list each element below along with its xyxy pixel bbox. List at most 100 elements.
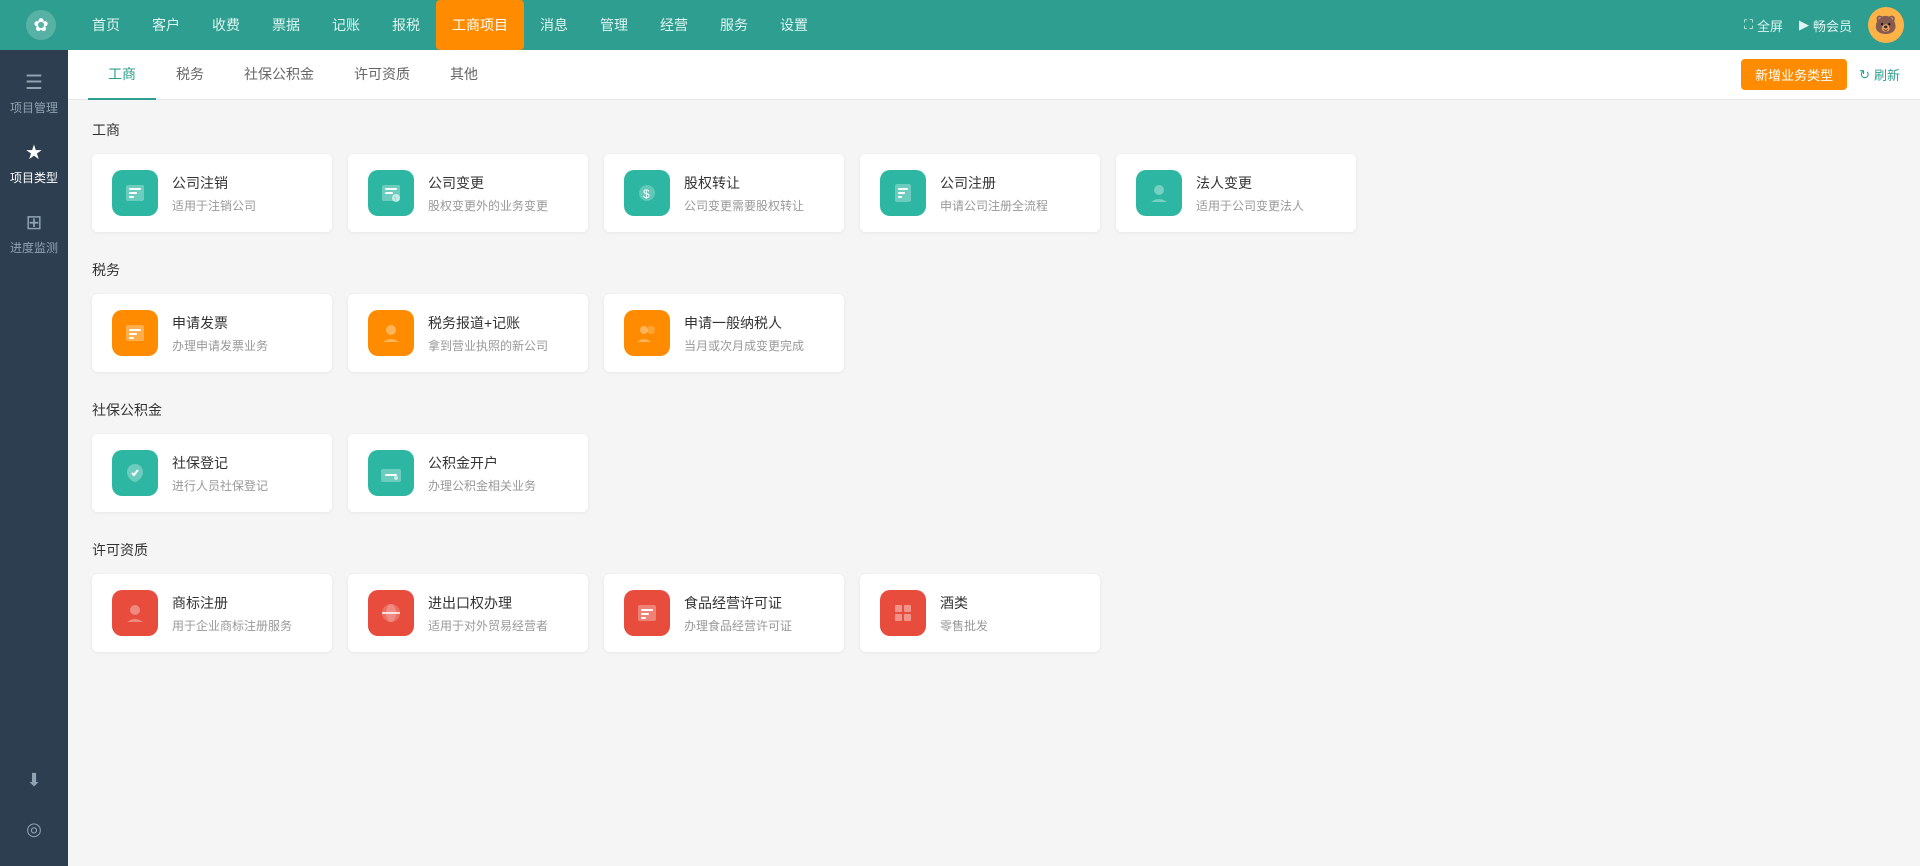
card-apply-invoice[interactable]: 申请发票 办理申请发票业务 — [92, 294, 332, 372]
tab-xuke[interactable]: 许可资质 — [334, 50, 430, 100]
sidebar-item-project-mgmt[interactable]: ☰ 项目管理 — [0, 58, 68, 128]
card-desc-apply-invoice: 办理申请发票业务 — [172, 337, 312, 354]
section-xuke: 许可资质 商标注册 用于企业商标注册服务 — [92, 540, 1896, 652]
nav-home[interactable]: 首页 — [76, 0, 136, 50]
fullscreen-button[interactable]: ⛶ 全屏 — [1744, 16, 1783, 35]
cards-grid-xuke: 商标注册 用于企业商标注册服务 进出口权办理 适用于对外贸易经营者 — [92, 574, 1896, 652]
section-gongshang: 工商 公司注销 适用于注销公司 ↑ — [92, 120, 1896, 232]
card-icon-company-cancel — [112, 170, 158, 216]
card-food-license[interactable]: 食品经营许可证 办理食品经营许可证 — [604, 574, 844, 652]
card-name-equity-transfer: 股权转让 — [684, 173, 824, 193]
app-logo: ✿ — [16, 9, 66, 41]
card-name-general-taxpayer: 申请一般纳税人 — [684, 313, 824, 333]
tab-actions: 新增业务类型 ↻ 刷新 — [1741, 59, 1900, 90]
card-icon-gjj-open — [368, 450, 414, 496]
card-text-apply-invoice: 申请发票 办理申请发票业务 — [172, 313, 312, 354]
section-title-xuke: 许可资质 — [92, 540, 1896, 560]
nav-management[interactable]: 管理 — [584, 0, 644, 50]
card-icon-shebao-register — [112, 450, 158, 496]
card-name-apply-invoice: 申请发票 — [172, 313, 312, 333]
nav-fees[interactable]: 收费 — [196, 0, 256, 50]
card-icon-import-export — [368, 590, 414, 636]
card-icon-company-register — [880, 170, 926, 216]
nav-messages[interactable]: 消息 — [524, 0, 584, 50]
card-trademark[interactable]: 商标注册 用于企业商标注册服务 — [92, 574, 332, 652]
new-business-type-button[interactable]: 新增业务类型 — [1741, 59, 1847, 90]
card-desc-company-change: 股权变更外的业务变更 — [428, 197, 568, 214]
card-icon-trademark — [112, 590, 158, 636]
card-text-legal-change: 法人变更 适用于公司变更法人 — [1196, 173, 1336, 214]
card-desc-company-register: 申请公司注册全流程 — [940, 197, 1080, 214]
fullscreen-icon: ⛶ — [1744, 17, 1753, 33]
svg-text:↑: ↑ — [394, 197, 397, 203]
nav-services[interactable]: 服务 — [704, 0, 764, 50]
tab-other[interactable]: 其他 — [430, 50, 498, 100]
card-name-import-export: 进出口权办理 — [428, 593, 568, 613]
card-name-company-cancel: 公司注销 — [172, 173, 312, 193]
tab-shuiwu[interactable]: 税务 — [156, 50, 224, 100]
card-desc-general-taxpayer: 当月或次月成变更完成 — [684, 337, 824, 354]
sidebar-item-progress[interactable]: ⊞ 进度监测 — [0, 198, 68, 268]
cards-grid-shuiwu: 申请发票 办理申请发票业务 税务报道+记账 拿到营业执照的新公司 — [92, 294, 1896, 372]
sidebar: ☰ 项目管理 ★ 项目类型 ⊞ 进度监测 ⬇ ◎ — [0, 50, 68, 866]
nav-tax[interactable]: 报税 — [376, 0, 436, 50]
nav-accounting[interactable]: 记账 — [316, 0, 376, 50]
card-desc-legal-change: 适用于公司变更法人 — [1196, 197, 1336, 214]
card-company-cancel[interactable]: 公司注销 适用于注销公司 — [92, 154, 332, 232]
refresh-button[interactable]: ↻ 刷新 — [1859, 65, 1900, 84]
card-name-gjj-open: 公积金开户 — [428, 453, 568, 473]
nav-operation[interactable]: 经营 — [644, 0, 704, 50]
card-text-company-cancel: 公司注销 适用于注销公司 — [172, 173, 312, 214]
card-general-taxpayer[interactable]: 申请一般纳税人 当月或次月成变更完成 — [604, 294, 844, 372]
card-desc-import-export: 适用于对外贸易经营者 — [428, 617, 568, 634]
card-equity-transfer[interactable]: $ 股权转让 公司变更需要股权转让 — [604, 154, 844, 232]
card-text-general-taxpayer: 申请一般纳税人 当月或次月成变更完成 — [684, 313, 824, 354]
section-title-shebao: 社保公积金 — [92, 400, 1896, 420]
card-text-company-register: 公司注册 申请公司注册全流程 — [940, 173, 1080, 214]
card-company-change[interactable]: ↑ 公司变更 股权变更外的业务变更 — [348, 154, 588, 232]
sidebar-bottom: ⬇ ◎ — [0, 760, 68, 866]
section-title-shuiwu: 税务 — [92, 260, 1896, 280]
grid-icon: ⊞ — [26, 210, 43, 235]
avatar[interactable]: 🐻 — [1868, 7, 1904, 43]
card-desc-company-cancel: 适用于注销公司 — [172, 197, 312, 214]
vip-button[interactable]: ▶ 畅会员 — [1799, 16, 1852, 35]
nav-invoices[interactable]: 票据 — [256, 0, 316, 50]
card-alcohol[interactable]: 酒类 零售批发 — [860, 574, 1100, 652]
card-company-register[interactable]: 公司注册 申请公司注册全流程 — [860, 154, 1100, 232]
vip-icon: ▶ — [1799, 17, 1809, 33]
card-tax-report[interactable]: 税务报道+记账 拿到营业执照的新公司 — [348, 294, 588, 372]
tab-gongshang[interactable]: 工商 — [88, 50, 156, 100]
main-content: 工商 公司注销 适用于注销公司 ↑ — [68, 100, 1920, 866]
card-name-company-change: 公司变更 — [428, 173, 568, 193]
card-desc-alcohol: 零售批发 — [940, 617, 1080, 634]
nav-clients[interactable]: 客户 — [136, 0, 196, 50]
nav-business[interactable]: 工商项目 — [436, 0, 524, 50]
top-navigation: ✿ 首页 客户 收费 票据 记账 报税 工商项目 消息 管理 经营 服务 设置 … — [0, 0, 1920, 50]
card-name-shebao-register: 社保登记 — [172, 453, 312, 473]
card-desc-gjj-open: 办理公积金相关业务 — [428, 477, 568, 494]
nav-items: 首页 客户 收费 票据 记账 报税 工商项目 消息 管理 经营 服务 设置 — [76, 0, 1744, 50]
card-icon-equity-transfer: $ — [624, 170, 670, 216]
download-icon-button[interactable]: ⬇ — [0, 760, 68, 801]
card-import-export[interactable]: 进出口权办理 适用于对外贸易经营者 — [348, 574, 588, 652]
cards-grid-gongshang: 公司注销 适用于注销公司 ↑ 公司变更 股权变更外的业务变更 — [92, 154, 1896, 232]
card-text-import-export: 进出口权办理 适用于对外贸易经营者 — [428, 593, 568, 634]
card-desc-trademark: 用于企业商标注册服务 — [172, 617, 312, 634]
card-shebao-register[interactable]: 社保登记 进行人员社保登记 — [92, 434, 332, 512]
card-name-food-license: 食品经营许可证 — [684, 593, 824, 613]
right-tools: ⛶ 全屏 ▶ 畅会员 🐻 — [1744, 7, 1904, 43]
card-gjj-open[interactable]: 公积金开户 办理公积金相关业务 — [348, 434, 588, 512]
card-desc-food-license: 办理食品经营许可证 — [684, 617, 824, 634]
nav-settings[interactable]: 设置 — [764, 0, 824, 50]
card-name-company-register: 公司注册 — [940, 173, 1080, 193]
card-name-legal-change: 法人变更 — [1196, 173, 1336, 193]
tab-shebao[interactable]: 社保公积金 — [224, 50, 334, 100]
location-icon-button[interactable]: ◎ — [0, 809, 68, 850]
card-desc-tax-report: 拿到营业执照的新公司 — [428, 337, 568, 354]
card-legal-change[interactable]: 法人变更 适用于公司变更法人 — [1116, 154, 1356, 232]
sidebar-item-project-type[interactable]: ★ 项目类型 — [0, 128, 68, 198]
cards-grid-shebao: 社保登记 进行人员社保登记 公积金开户 办理公积金相关业务 — [92, 434, 1896, 512]
card-text-company-change: 公司变更 股权变更外的业务变更 — [428, 173, 568, 214]
card-name-trademark: 商标注册 — [172, 593, 312, 613]
